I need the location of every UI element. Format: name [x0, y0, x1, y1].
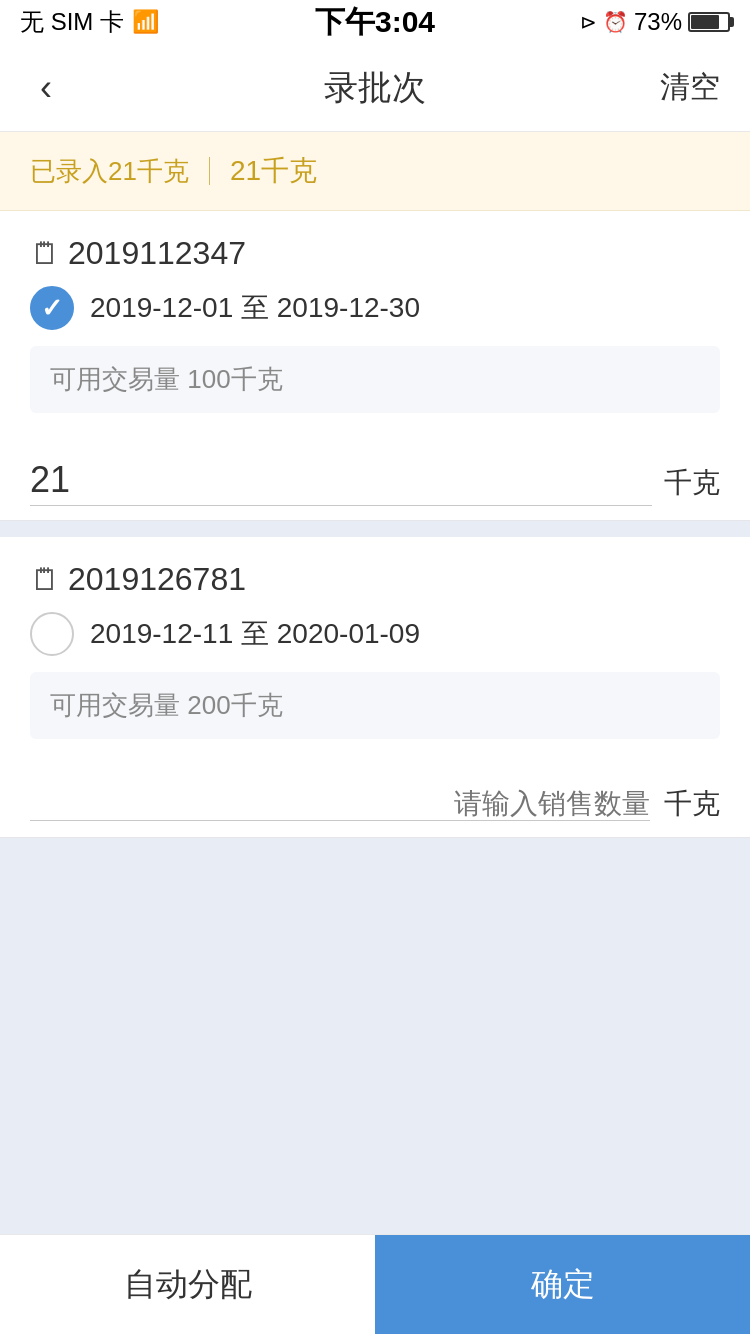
- batch-item-2: 🗒 2019126781 2019-12-11 至 2020-01-09 可用交…: [0, 537, 750, 838]
- section-divider: [0, 521, 750, 537]
- batch-date-1: 2019-12-01 至 2019-12-30: [90, 289, 420, 327]
- batch-date-2: 2019-12-11 至 2020-01-09: [90, 615, 420, 653]
- status-time: 下午3:04: [315, 2, 435, 43]
- quantity-underline-1: 21: [30, 459, 652, 506]
- input-row-2: 千克: [0, 771, 750, 838]
- avail-text-2: 可用交易量 200千克: [50, 690, 283, 720]
- batch-item-1: 🗒 2019112347 2019-12-01 至 2019-12-30 可用交…: [0, 211, 750, 521]
- avail-text-1: 可用交易量 100千克: [50, 364, 283, 394]
- confirm-button[interactable]: 确定: [375, 1235, 750, 1334]
- batch-date-row-2[interactable]: 2019-12-11 至 2020-01-09: [30, 612, 720, 656]
- wifi-icon: 📶: [132, 9, 159, 35]
- quantity-value-1: 21: [30, 459, 70, 500]
- batch-id-row-2: 🗒 2019126781: [30, 561, 720, 598]
- batch-avail-1: 可用交易量 100千克: [30, 346, 720, 413]
- batch-avail-2: 可用交易量 200千克: [30, 672, 720, 739]
- clear-button[interactable]: 清空: [660, 67, 720, 108]
- page-title: 录批次: [324, 65, 426, 111]
- quantity-unit-1: 千克: [664, 464, 720, 502]
- batch-id-row-1: 🗒 2019112347: [30, 235, 720, 272]
- alarm-icon: ⏰: [603, 10, 628, 34]
- battery-icon: [688, 12, 730, 32]
- input-underline-2: [30, 788, 650, 821]
- quantity-row-1: 21 千克: [0, 445, 750, 521]
- bottom-spacer: [0, 838, 750, 1278]
- batch-date-row-1[interactable]: 2019-12-01 至 2019-12-30: [30, 286, 720, 330]
- batch-id-1: 2019112347: [68, 235, 246, 272]
- battery-percent: 73%: [634, 8, 682, 36]
- status-left: 无 SIM 卡 📶: [20, 6, 159, 38]
- batch-icon-1: 🗒: [30, 237, 60, 271]
- info-value: 21千克: [230, 152, 317, 190]
- quantity-input-2[interactable]: [30, 788, 650, 820]
- batch-id-2: 2019126781: [68, 561, 246, 598]
- quantity-unit-2: 千克: [664, 785, 720, 823]
- batch-icon-2: 🗒: [30, 563, 60, 597]
- radio-2[interactable]: [30, 612, 74, 656]
- status-bar: 无 SIM 卡 📶 下午3:04 ⊳ ⏰ 73%: [0, 0, 750, 44]
- auto-distribute-button[interactable]: 自动分配: [0, 1235, 375, 1334]
- info-label: 已录入21千克: [30, 154, 189, 189]
- status-right: ⊳ ⏰ 73%: [580, 8, 730, 36]
- info-banner: 已录入21千克 21千克: [0, 132, 750, 211]
- nav-bar: ‹ 录批次 清空: [0, 44, 750, 132]
- back-button[interactable]: ‹: [30, 57, 62, 119]
- info-divider: [209, 157, 210, 185]
- location-icon: ⊳: [580, 10, 597, 34]
- carrier-text: 无 SIM 卡: [20, 6, 124, 38]
- radio-1[interactable]: [30, 286, 74, 330]
- bottom-bar: 自动分配 确定: [0, 1234, 750, 1334]
